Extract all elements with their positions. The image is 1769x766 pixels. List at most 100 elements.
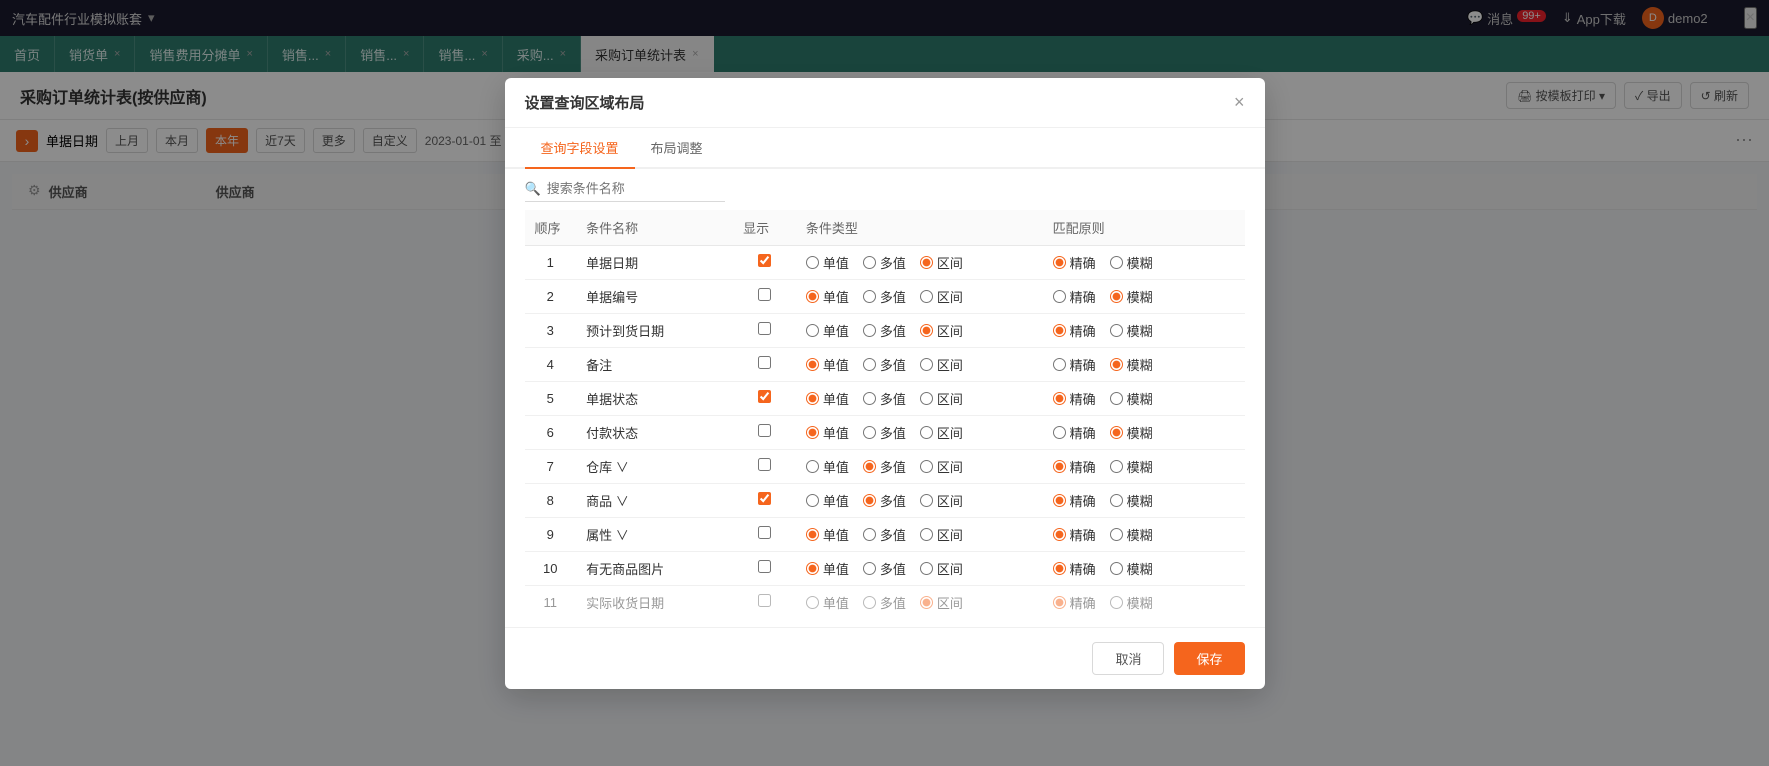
row-10-match-fuzzy[interactable]: 模糊 bbox=[1110, 593, 1153, 612]
row-8-type-multi[interactable]: 多值 bbox=[863, 525, 906, 544]
row-5-show-checkbox[interactable] bbox=[758, 424, 771, 437]
row-0-show-checkbox[interactable] bbox=[758, 254, 771, 267]
row-3-type-range[interactable]: 区间 bbox=[920, 355, 963, 374]
row-10-match-exact[interactable]: 精确 bbox=[1053, 593, 1096, 612]
row-6-match-fuzzy[interactable]: 模糊 bbox=[1110, 457, 1153, 476]
row-9-match-fuzzy[interactable]: 模糊 bbox=[1110, 559, 1153, 578]
table-row: 9属性 ∨单值多值区间精确模糊 bbox=[525, 517, 1245, 551]
row-0-type-cell: 单值多值区间 bbox=[796, 245, 1043, 279]
row-7-show-checkbox[interactable] bbox=[758, 492, 771, 505]
row-1-type-range[interactable]: 区间 bbox=[920, 287, 963, 306]
row-6-show-checkbox[interactable] bbox=[758, 458, 771, 471]
row-9-type-single[interactable]: 单值 bbox=[806, 559, 849, 578]
row-3-type-multi[interactable]: 多值 bbox=[863, 355, 906, 374]
row-7-match-cell: 精确模糊 bbox=[1043, 483, 1245, 517]
row-5-type-single[interactable]: 单值 bbox=[806, 423, 849, 442]
row-5-type-multi[interactable]: 多值 bbox=[863, 423, 906, 442]
row-1-type-multi[interactable]: 多值 bbox=[863, 287, 906, 306]
row-4-type-range[interactable]: 区间 bbox=[920, 389, 963, 408]
row-0-type-single[interactable]: 单值 bbox=[806, 253, 849, 272]
row-2-type-range[interactable]: 区间 bbox=[920, 321, 963, 340]
row-7-type-multi[interactable]: 多值 bbox=[863, 491, 906, 510]
row-6-name: 仓库 ∨ bbox=[576, 449, 733, 483]
table-row: 11实际收货日期单值多值区间精确模糊 bbox=[525, 585, 1245, 619]
row-3-type-cell: 单值多值区间 bbox=[796, 347, 1043, 381]
row-0-name: 单据日期 bbox=[576, 245, 733, 279]
search-icon: 🔍 bbox=[525, 181, 541, 197]
row-0-show-cell bbox=[733, 245, 796, 279]
row-10-match-cell: 精确模糊 bbox=[1043, 585, 1245, 619]
row-3-show-cell bbox=[733, 347, 796, 381]
row-4-type-multi[interactable]: 多值 bbox=[863, 389, 906, 408]
row-10-show-checkbox[interactable] bbox=[758, 594, 771, 607]
row-0-type-range[interactable]: 区间 bbox=[920, 253, 963, 272]
row-4-type-single[interactable]: 单值 bbox=[806, 389, 849, 408]
row-8-show-checkbox[interactable] bbox=[758, 526, 771, 539]
row-6-type-multi[interactable]: 多值 bbox=[863, 457, 906, 476]
row-5-match-exact[interactable]: 精确 bbox=[1053, 423, 1096, 442]
row-10-type-single[interactable]: 单值 bbox=[806, 593, 849, 612]
row-7-match-exact[interactable]: 精确 bbox=[1053, 491, 1096, 510]
row-9-type-cell: 单值多值区间 bbox=[796, 551, 1043, 585]
row-3-show-checkbox[interactable] bbox=[758, 356, 771, 369]
save-button[interactable]: 保存 bbox=[1174, 642, 1244, 675]
row-2-match-fuzzy[interactable]: 模糊 bbox=[1110, 321, 1153, 340]
row-0-match-cell: 精确模糊 bbox=[1043, 245, 1245, 279]
row-4-match-exact[interactable]: 精确 bbox=[1053, 389, 1096, 408]
row-4-match-fuzzy[interactable]: 模糊 bbox=[1110, 389, 1153, 408]
search-input[interactable] bbox=[547, 181, 707, 196]
row-8-match-cell: 精确模糊 bbox=[1043, 517, 1245, 551]
row-6-type-single[interactable]: 单值 bbox=[806, 457, 849, 476]
cancel-button[interactable]: 取消 bbox=[1092, 642, 1164, 675]
row-2-show-checkbox[interactable] bbox=[758, 322, 771, 335]
row-1-match-cell: 精确模糊 bbox=[1043, 279, 1245, 313]
row-7-type-range[interactable]: 区间 bbox=[920, 491, 963, 510]
table-row: 4备注单值多值区间精确模糊 bbox=[525, 347, 1245, 381]
row-3-type-single[interactable]: 单值 bbox=[806, 355, 849, 374]
row-0-type-multi[interactable]: 多值 bbox=[863, 253, 906, 272]
row-6-show-cell bbox=[733, 449, 796, 483]
row-0-match-fuzzy[interactable]: 模糊 bbox=[1110, 253, 1153, 272]
row-2-type-single[interactable]: 单值 bbox=[806, 321, 849, 340]
dialog-close-button[interactable]: × bbox=[1234, 92, 1245, 113]
row-8-name: 属性 ∨ bbox=[576, 517, 733, 551]
row-10-type-multi[interactable]: 多值 bbox=[863, 593, 906, 612]
tab-fields[interactable]: 查询字段设置 bbox=[525, 128, 635, 169]
row-1-show-checkbox[interactable] bbox=[758, 288, 771, 301]
row-8-match-exact[interactable]: 精确 bbox=[1053, 525, 1096, 544]
row-6-type-range[interactable]: 区间 bbox=[920, 457, 963, 476]
row-9-type-range[interactable]: 区间 bbox=[920, 559, 963, 578]
row-1-match-exact[interactable]: 精确 bbox=[1053, 287, 1096, 306]
row-9-type-multi[interactable]: 多值 bbox=[863, 559, 906, 578]
row-0-match-exact[interactable]: 精确 bbox=[1053, 253, 1096, 272]
row-8-type-range[interactable]: 区间 bbox=[920, 525, 963, 544]
row-7-type-cell: 单值多值区间 bbox=[796, 483, 1043, 517]
search-wrap: 🔍 bbox=[525, 181, 725, 202]
conditions-table: 顺序 条件名称 显示 条件类型 匹配原则 1单据日期单值多值区间精确模糊2单据编… bbox=[525, 210, 1245, 619]
row-8-type-cell: 单值多值区间 bbox=[796, 517, 1043, 551]
row-1-type-single[interactable]: 单值 bbox=[806, 287, 849, 306]
row-2-match-exact[interactable]: 精确 bbox=[1053, 321, 1096, 340]
row-8-match-fuzzy[interactable]: 模糊 bbox=[1110, 525, 1153, 544]
row-7-type-single[interactable]: 单值 bbox=[806, 491, 849, 510]
row-8-type-single[interactable]: 单值 bbox=[806, 525, 849, 544]
row-9-match-exact[interactable]: 精确 bbox=[1053, 559, 1096, 578]
row-9-show-checkbox[interactable] bbox=[758, 560, 771, 573]
row-1-match-fuzzy[interactable]: 模糊 bbox=[1110, 287, 1153, 306]
row-8-show-cell bbox=[733, 517, 796, 551]
row-7-match-fuzzy[interactable]: 模糊 bbox=[1110, 491, 1153, 510]
row-7-name: 商品 ∨ bbox=[576, 483, 733, 517]
row-3-match-fuzzy[interactable]: 模糊 bbox=[1110, 355, 1153, 374]
table-row: 2单据编号单值多值区间精确模糊 bbox=[525, 279, 1245, 313]
row-10-type-range[interactable]: 区间 bbox=[920, 593, 963, 612]
row-4-show-checkbox[interactable] bbox=[758, 390, 771, 403]
row-0-order: 1 bbox=[525, 245, 577, 279]
row-1-order: 2 bbox=[525, 279, 577, 313]
row-3-match-exact[interactable]: 精确 bbox=[1053, 355, 1096, 374]
row-5-match-fuzzy[interactable]: 模糊 bbox=[1110, 423, 1153, 442]
row-2-type-multi[interactable]: 多值 bbox=[863, 321, 906, 340]
row-5-type-range[interactable]: 区间 bbox=[920, 423, 963, 442]
tab-layout[interactable]: 布局调整 bbox=[635, 128, 719, 169]
modal-overlay: 设置查询区域布局 × 查询字段设置 布局调整 🔍 顺序 bbox=[0, 0, 1769, 766]
row-6-match-exact[interactable]: 精确 bbox=[1053, 457, 1096, 476]
